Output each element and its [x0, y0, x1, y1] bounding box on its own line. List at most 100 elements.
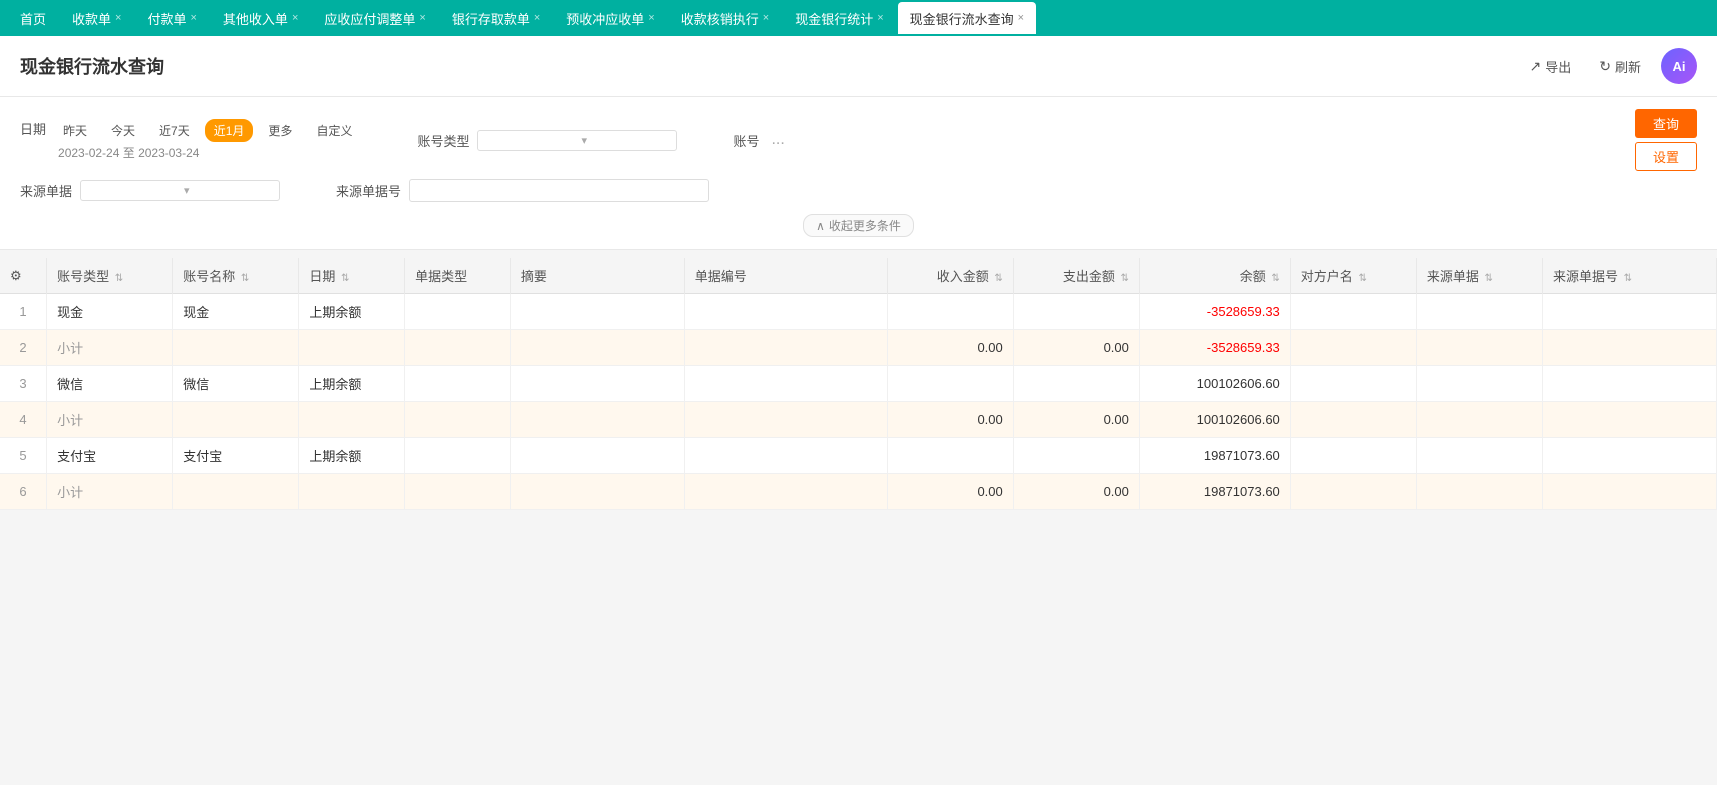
refresh-button[interactable]: ↻ 刷新 [1591, 53, 1649, 80]
row-balance: 100102606.60 [1139, 366, 1290, 402]
col-doc-type-label: 单据类型 [415, 269, 467, 284]
date-options: 昨天 今天 近7天 近1月 更多 自定义 [54, 119, 361, 142]
table-header-row: ⚙ 账号类型 ⇅ 账号名称 ⇅ 日期 ⇅ 单据类型 摘要 [0, 258, 1717, 294]
col-account-name-sort[interactable]: ⇅ [241, 273, 249, 284]
date-more[interactable]: 更多 [259, 119, 301, 142]
date-custom[interactable]: 自定义 [307, 119, 361, 142]
col-balance-sort[interactable]: ⇅ [1271, 273, 1279, 284]
nav-receipt[interactable]: 收款单 × [60, 2, 133, 34]
col-date-sort[interactable]: ⇅ [341, 273, 349, 284]
nav-home[interactable]: 首页 [8, 2, 58, 34]
row-balance: 19871073.60 [1139, 474, 1290, 510]
row-number: 2 [0, 330, 47, 366]
account-dots[interactable]: ... [767, 131, 788, 149]
nav-bank-deposit-close[interactable]: × [534, 12, 540, 24]
row-date: 上期余额 [299, 438, 405, 474]
nav-bank-flow-close[interactable]: × [1018, 12, 1024, 24]
nav-pre-collection-label: 预收冲应收单 [566, 9, 644, 28]
row-number: 3 [0, 366, 47, 402]
source-doc-num-input[interactable] [409, 179, 709, 202]
col-source-doc-num-sort[interactable]: ⇅ [1624, 273, 1632, 284]
table-row[interactable]: 6小计0.000.0019871073.60 [0, 474, 1717, 510]
row-source-doc [1416, 330, 1542, 366]
nav-pre-collection[interactable]: 预收冲应收单 × [554, 2, 666, 34]
row-number: 6 [0, 474, 47, 510]
nav-bank-deposit[interactable]: 银行存取款单 × [440, 2, 552, 34]
collapse-button[interactable]: ∧ 收起更多条件 [803, 214, 914, 237]
row-source-doc [1416, 294, 1542, 330]
row-doc-number [684, 438, 887, 474]
source-doc-select[interactable]: ▾ [80, 180, 280, 201]
row-income: 0.00 [887, 330, 1013, 366]
row-source-doc [1416, 366, 1542, 402]
source-doc-num-group: 来源单据号 [336, 179, 709, 202]
date-filter-group: 日期 昨天 今天 近7天 近1月 更多 自定义 2023-02-24 至 202… [20, 119, 361, 161]
table-row[interactable]: 5支付宝支付宝上期余额19871073.60 [0, 438, 1717, 474]
col-counterpart-sort[interactable]: ⇅ [1358, 273, 1366, 284]
top-navigation: 首页 收款单 × 付款单 × 其他收入单 × 应收应付调整单 × 银行存取款单 … [0, 0, 1717, 36]
filter-row-date: 日期 昨天 今天 近7天 近1月 更多 自定义 2023-02-24 至 202… [20, 109, 1697, 171]
row-account-name [173, 330, 299, 366]
nav-receipt-close[interactable]: × [115, 12, 121, 24]
nav-bank-stats[interactable]: 现金银行统计 × [783, 2, 895, 34]
account-type-chevron: ▾ [581, 134, 668, 147]
source-doc-chevron: ▾ [184, 184, 271, 197]
col-gear[interactable]: ⚙ [0, 258, 47, 294]
row-account-type: 现金 [47, 294, 173, 330]
row-date [299, 330, 405, 366]
page-title: 现金银行流水查询 [20, 53, 164, 79]
nav-adjustment[interactable]: 应收应付调整单 × [312, 2, 437, 34]
col-account-type-sort[interactable]: ⇅ [115, 273, 123, 284]
table-body: 1现金现金上期余额-3528659.332小计0.000.00-3528659.… [0, 294, 1717, 510]
nav-payment[interactable]: 付款单 × [135, 2, 208, 34]
col-summary: 摘要 [510, 258, 684, 294]
col-income-sort[interactable]: ⇅ [994, 273, 1002, 284]
gear-icon[interactable]: ⚙ [10, 268, 22, 283]
row-account-name: 支付宝 [173, 438, 299, 474]
row-doc-number [684, 402, 887, 438]
nav-bank-stats-close[interactable]: × [877, 12, 883, 24]
row-account-name: 现金 [173, 294, 299, 330]
col-source-doc-sort[interactable]: ⇅ [1485, 273, 1493, 284]
nav-adjustment-close[interactable]: × [419, 12, 425, 24]
export-button[interactable]: ↗ 导出 [1522, 53, 1580, 80]
setting-button[interactable]: 设置 [1635, 142, 1697, 171]
row-counterpart [1290, 438, 1416, 474]
account-type-select[interactable]: ▾ [477, 130, 677, 151]
export-label: 导出 [1545, 57, 1571, 76]
ai-avatar[interactable]: Ai [1661, 48, 1697, 84]
table-row[interactable]: 1现金现金上期余额-3528659.33 [0, 294, 1717, 330]
header-actions: ↗ 导出 ↻ 刷新 Ai [1522, 48, 1698, 84]
row-summary [510, 438, 684, 474]
date-last1m[interactable]: 近1月 [205, 119, 254, 142]
row-doc-number [684, 330, 887, 366]
date-yesterday[interactable]: 昨天 [54, 119, 96, 142]
row-doc-number [684, 474, 887, 510]
table-row[interactable]: 2小计0.000.00-3528659.33 [0, 330, 1717, 366]
row-expense [1013, 294, 1139, 330]
nav-collection-exec[interactable]: 收款核销执行 × [669, 2, 781, 34]
col-account-type: 账号类型 ⇅ [47, 258, 173, 294]
query-button[interactable]: 查询 [1635, 109, 1697, 138]
row-doc-type [405, 294, 511, 330]
date-today[interactable]: 今天 [102, 119, 144, 142]
date-last7[interactable]: 近7天 [150, 119, 199, 142]
col-account-name: 账号名称 ⇅ [173, 258, 299, 294]
row-expense: 0.00 [1013, 402, 1139, 438]
col-counterpart: 对方户名 ⇅ [1290, 258, 1416, 294]
nav-collection-exec-close[interactable]: × [763, 12, 769, 24]
col-expense-sort[interactable]: ⇅ [1120, 273, 1128, 284]
nav-pre-collection-close[interactable]: × [648, 12, 654, 24]
nav-bank-flow[interactable]: 现金银行流水查询 × [898, 2, 1036, 34]
nav-other-income[interactable]: 其他收入单 × [211, 2, 310, 34]
row-number: 1 [0, 294, 47, 330]
nav-payment-close[interactable]: × [190, 12, 196, 24]
table-row[interactable]: 3微信微信上期余额100102606.60 [0, 366, 1717, 402]
nav-other-income-close[interactable]: × [292, 12, 298, 24]
row-doc-type [405, 366, 511, 402]
row-doc-number [684, 366, 887, 402]
table-row[interactable]: 4小计0.000.00100102606.60 [0, 402, 1717, 438]
row-counterpart [1290, 294, 1416, 330]
row-account-type: 小计 [47, 330, 173, 366]
col-balance-label: 余额 [1240, 269, 1266, 284]
